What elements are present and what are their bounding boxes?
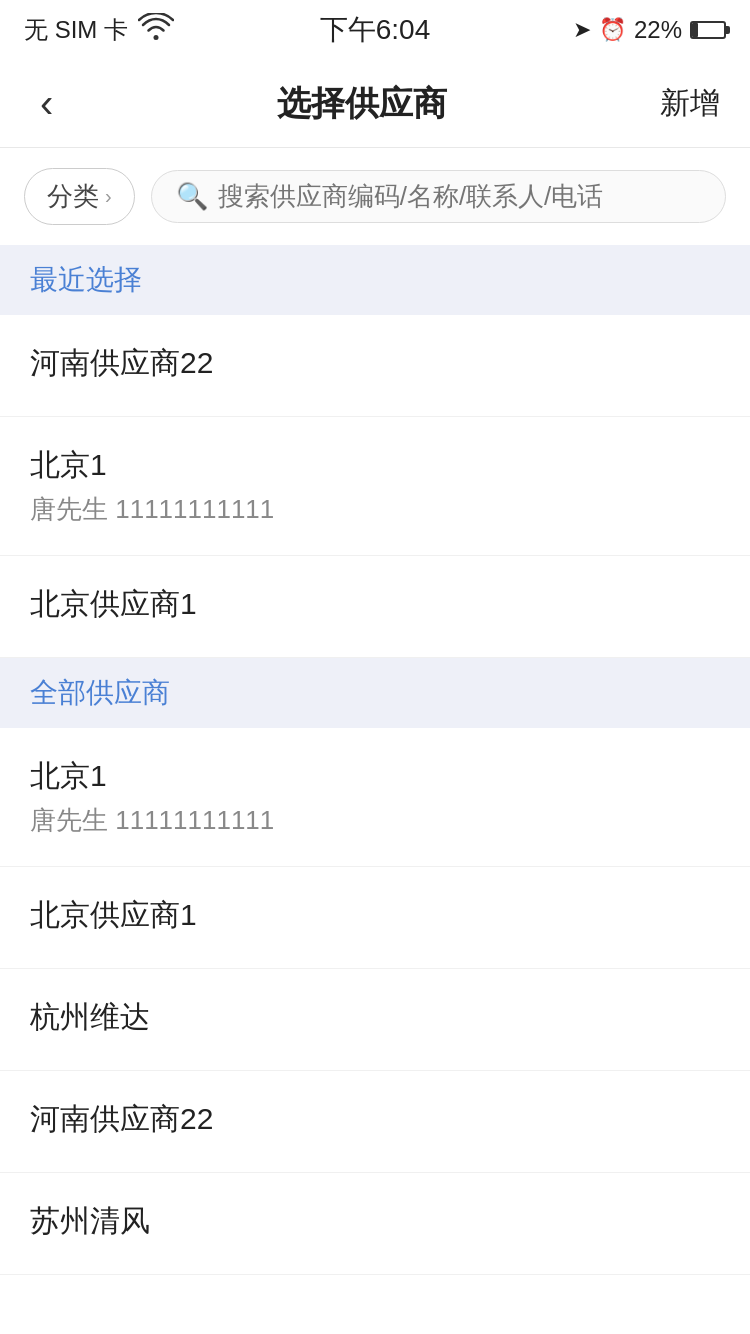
category-label: 分类 (47, 179, 99, 214)
battery-text: 22% (634, 16, 682, 44)
list-item[interactable]: 北京1 唐先生 11111111111 (0, 417, 750, 556)
search-icon: 🔍 (176, 181, 208, 212)
list-item[interactable]: 苏州清风 (0, 1173, 750, 1275)
nav-title: 选择供应商 (277, 81, 447, 127)
status-right: ➤ ⏰ 22% (573, 16, 726, 44)
supplier-name: 河南供应商22 (30, 1099, 720, 1140)
nav-bar: ‹ 选择供应商 新增 (0, 60, 750, 148)
back-button[interactable]: ‹ (30, 71, 63, 136)
new-action-button[interactable]: 新增 (660, 83, 720, 124)
category-button[interactable]: 分类 › (24, 168, 135, 225)
search-input[interactable] (218, 181, 701, 212)
wifi-icon (138, 13, 174, 47)
carrier-text: 无 SIM 卡 (24, 14, 128, 46)
list-item[interactable]: 杭州维达 (0, 969, 750, 1071)
list-item[interactable]: 北京供应商1 (0, 867, 750, 969)
all-items-list: 北京1 唐先生 11111111111 北京供应商1 杭州维达河南供应商22 苏州清风 (0, 728, 750, 1275)
recent-section-header: 最近选择 (0, 245, 750, 315)
list-item[interactable]: 北京1 唐先生 11111111111 (0, 728, 750, 867)
location-icon: ➤ (573, 17, 591, 43)
supplier-name: 北京1 (30, 756, 720, 797)
all-section-header: 全部供应商 (0, 658, 750, 728)
list-item[interactable]: 北京供应商1 (0, 556, 750, 658)
status-time: 下午6:04 (320, 11, 431, 49)
status-left: 无 SIM 卡 (24, 13, 174, 47)
list-item[interactable]: 河南供应商22 (0, 1071, 750, 1173)
search-box: 🔍 (151, 170, 726, 223)
list-item[interactable]: 河南供应商22 (0, 315, 750, 417)
all-section-label: 全部供应商 (30, 677, 170, 708)
supplier-name: 北京供应商1 (30, 584, 720, 625)
supplier-name: 北京供应商1 (30, 895, 720, 936)
supplier-name: 杭州维达 (30, 997, 720, 1038)
filter-bar: 分类 › 🔍 (0, 148, 750, 245)
supplier-contact: 唐先生 11111111111 (30, 803, 720, 838)
chevron-right-icon: › (105, 185, 112, 208)
supplier-contact: 唐先生 11111111111 (30, 492, 720, 527)
supplier-name: 北京1 (30, 445, 720, 486)
battery-icon (690, 21, 726, 39)
recent-items-list: 河南供应商22 北京1 唐先生 11111111111 北京供应商1 (0, 315, 750, 658)
recent-section-label: 最近选择 (30, 264, 142, 295)
supplier-name: 河南供应商22 (30, 343, 720, 384)
status-bar: 无 SIM 卡 下午6:04 ➤ ⏰ 22% (0, 0, 750, 60)
alarm-icon: ⏰ (599, 17, 626, 43)
supplier-name: 苏州清风 (30, 1201, 720, 1242)
